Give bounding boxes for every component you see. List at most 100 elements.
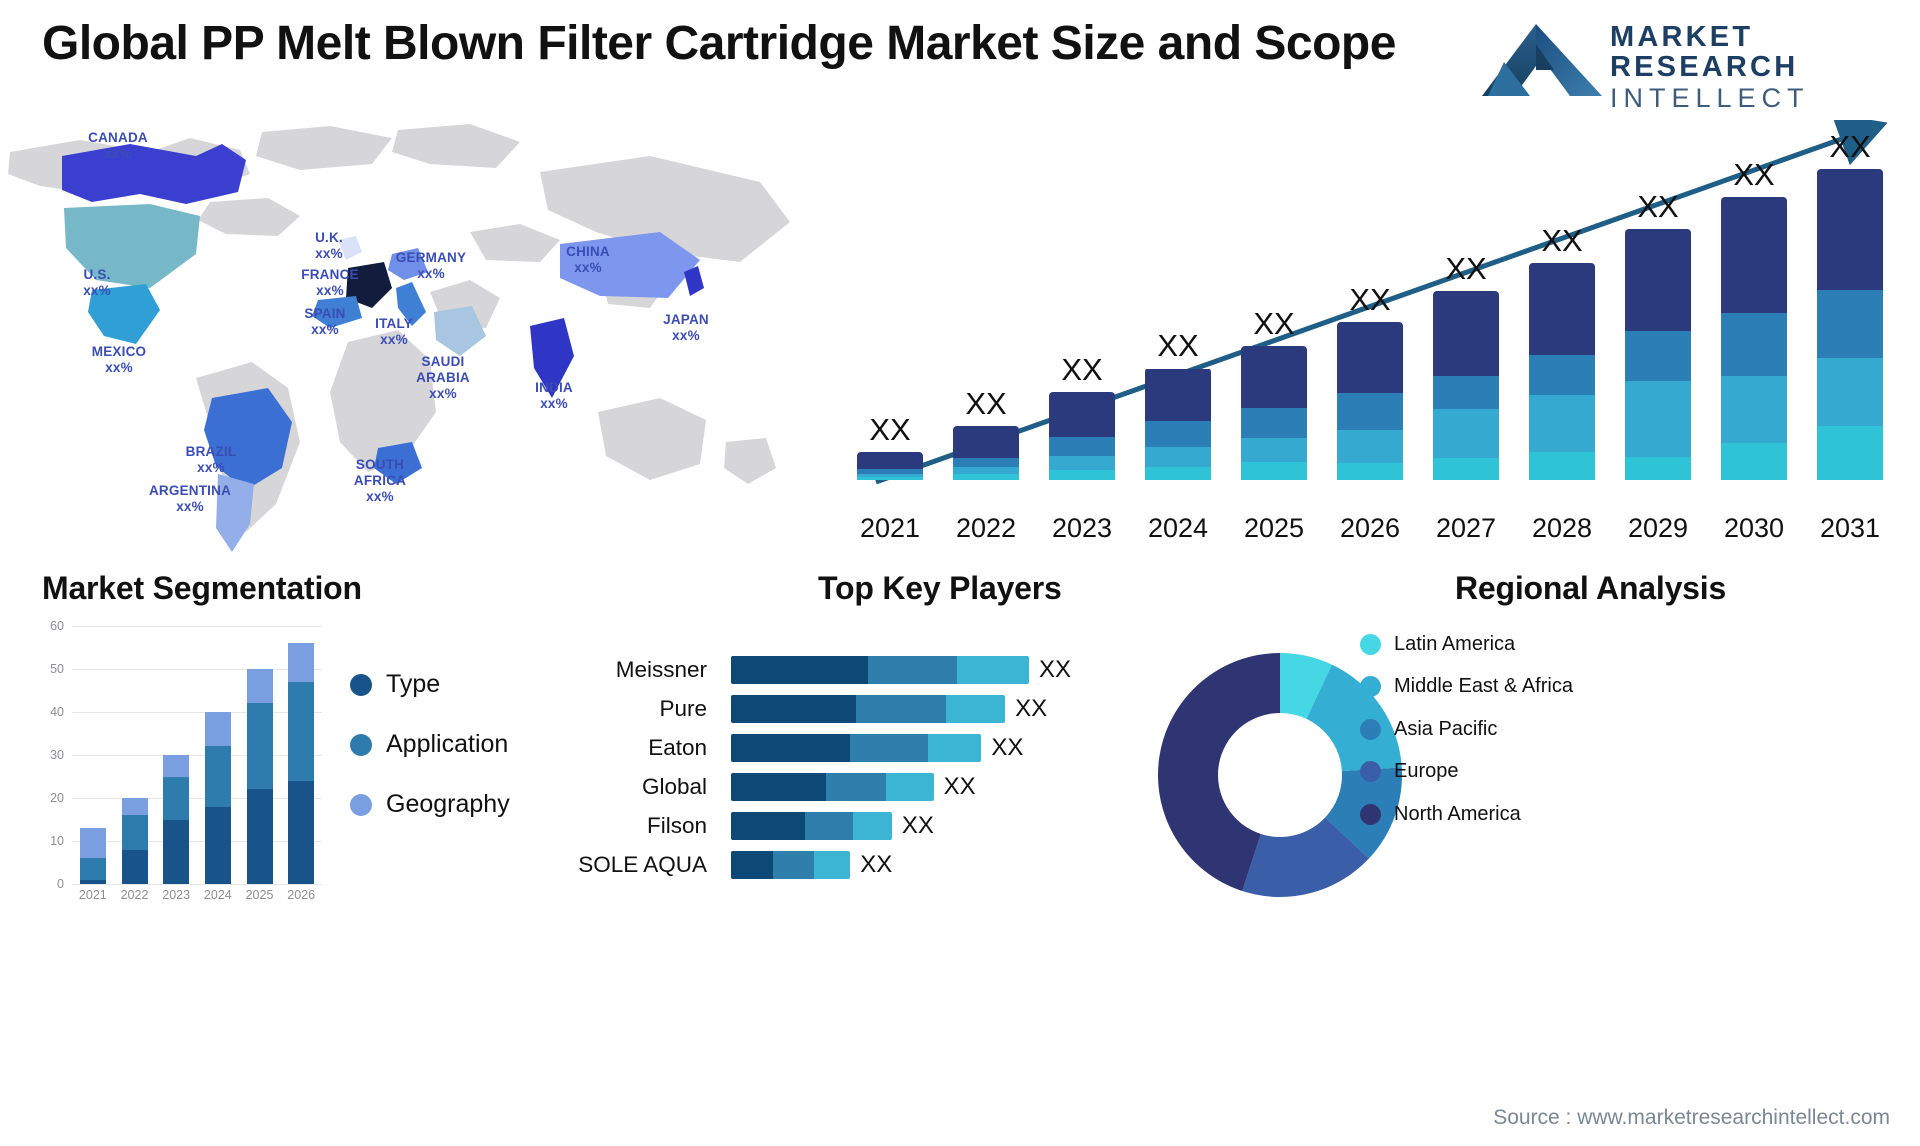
- segmentation-bar-segment: [121, 798, 148, 816]
- player-name-label: Eaton: [648, 735, 707, 760]
- growth-bar-value-label: XX: [1157, 328, 1199, 364]
- growth-bar-value-label: XX: [1541, 223, 1583, 259]
- map-country-value: xx%: [574, 259, 602, 275]
- growth-forecast-chart: XX 2021 XX 2022 XX 2023 XX 2024 XX 2025 XX 2026 XX 20…: [832, 120, 1908, 543]
- player-bar-segment: [731, 695, 857, 723]
- segmentation-bar-segment: [204, 746, 231, 807]
- player-bar-segment: [927, 734, 982, 762]
- segmentation-bar: [163, 755, 190, 884]
- growth-bar: [1817, 168, 1883, 480]
- map-country-name: MEXICO: [91, 344, 147, 359]
- player-bar-segment: [731, 734, 851, 762]
- map-label-france: FRANCE xx%: [301, 267, 358, 299]
- map-label-brazil: BRAZIL xx%: [186, 444, 237, 476]
- segmentation-bar-segment: [246, 703, 273, 790]
- regional-legend-item: Europe: [1360, 759, 1573, 783]
- map-country-name: U.K.: [315, 230, 343, 245]
- map-country-name: CHINA: [566, 244, 610, 259]
- segmentation-y-tick: 0: [57, 877, 64, 891]
- map-country-value: xx%: [104, 145, 132, 161]
- segmentation-bar: [79, 828, 106, 884]
- segmentation-legend-item: Application: [350, 730, 510, 759]
- regional-legend-item: Middle East & Africa: [1360, 674, 1573, 698]
- map-country-value: xx%: [540, 395, 568, 411]
- player-bar: [731, 773, 934, 801]
- player-bar-segment: [772, 851, 815, 879]
- growth-bar-segment: [953, 426, 1019, 458]
- map-label-italy: ITALY xx%: [375, 316, 413, 348]
- growth-bar-segment: [1625, 229, 1691, 332]
- growth-bar-segment: [1625, 456, 1691, 480]
- map-country-value: xx%: [672, 327, 700, 343]
- segmentation-bar-segment: [163, 776, 190, 820]
- player-bar-segment: [826, 773, 886, 801]
- map-country-value: xx%: [417, 265, 445, 281]
- map-label-south-africa: SOUTH AFRICA xx%: [354, 457, 406, 505]
- world-map-svg: [8, 124, 790, 552]
- growth-bar-segment: [1337, 429, 1403, 464]
- player-bar-segment: [885, 773, 934, 801]
- player-value-label: XX: [860, 851, 893, 878]
- growth-bar-segment: [1241, 462, 1307, 480]
- map-country-value: xx%: [197, 459, 225, 475]
- growth-bar-segment: [1145, 368, 1211, 421]
- segmentation-legend-item: Type: [350, 670, 510, 699]
- segmentation-bar-segment: [79, 858, 106, 880]
- map-country-name: ARGENTINA: [148, 483, 232, 498]
- growth-bar-segment: [1433, 375, 1499, 410]
- segmentation-bar-segment: [204, 806, 231, 884]
- segmentation-x-label: 2024: [203, 888, 232, 902]
- player-value-label: XX: [943, 773, 976, 800]
- regional-legend: Latin America Middle East & Africa Asia Pa…: [1360, 632, 1573, 844]
- growth-x-axis-label: 2027: [1435, 513, 1497, 543]
- logo-wordmark: MARKET RESEARCH INTELLECT: [1610, 22, 1886, 114]
- segmentation-x-label: 2023: [162, 888, 191, 902]
- map-country-value: xx%: [315, 245, 343, 261]
- segmentation-bar-segment: [288, 780, 315, 884]
- legend-label: North America: [1394, 802, 1521, 825]
- map-country-name: JAPAN: [663, 312, 709, 327]
- map-country-value: xx%: [316, 282, 344, 298]
- legend-color-swatch: [1360, 803, 1381, 825]
- growth-bar-segment: [1049, 455, 1115, 470]
- segmentation-x-label: 2021: [78, 888, 107, 902]
- segmentation-y-tick: 10: [50, 834, 64, 848]
- legend-color-swatch: [1360, 634, 1381, 655]
- segmentation-gridline: [72, 626, 322, 627]
- growth-bar: [1529, 263, 1595, 480]
- segmentation-legend-item: Geography: [350, 790, 510, 819]
- growth-bar-segment: [953, 474, 1019, 480]
- map-label-saudi-arabia: SAUDI ARABIA xx%: [416, 354, 470, 402]
- growth-bar-value-label: XX: [1445, 251, 1487, 287]
- segmentation-gridline: [72, 712, 322, 713]
- segmentation-bar-segment: [79, 828, 106, 859]
- map-country-name: SPAIN: [304, 306, 346, 321]
- growth-bar-value-label: XX: [1253, 306, 1295, 342]
- growth-bar-segment: [1145, 466, 1211, 480]
- map-country-name: GERMANY: [395, 250, 467, 265]
- growth-bar-segment: [1145, 420, 1211, 448]
- legend-label: Asia Pacific: [1394, 717, 1498, 740]
- growth-bar-segment: [1529, 452, 1595, 480]
- legend-label: Latin America: [1394, 633, 1516, 655]
- player-name-label: Meissner: [615, 657, 707, 682]
- logo-line-market: MARKET: [1610, 21, 1754, 53]
- legend-label: Type: [386, 670, 441, 698]
- growth-bar: [1433, 291, 1499, 480]
- regional-legend-item: North America: [1360, 802, 1573, 826]
- regional-legend-item: Asia Pacific: [1360, 717, 1573, 741]
- map-country-value: xx%: [429, 385, 457, 401]
- brand-logo: MARKET RESEARCH INTELLECT: [1466, 14, 1886, 113]
- segmentation-x-label: 2022: [120, 888, 149, 902]
- segmentation-y-tick: 30: [50, 748, 64, 762]
- growth-bar-segment: [1529, 394, 1595, 453]
- segmentation-bar-segment: [79, 879, 106, 884]
- growth-bar-segment: [857, 477, 923, 480]
- map-label-germany: GERMANY xx%: [396, 250, 466, 282]
- growth-bar-segment: [1049, 437, 1115, 456]
- growth-bar-segment: [1049, 391, 1115, 438]
- legend-label: Middle East & Africa: [1394, 675, 1573, 698]
- player-bar-segment: [814, 851, 851, 879]
- growth-bar: [1145, 368, 1211, 480]
- player-name-label: Filson: [646, 813, 707, 838]
